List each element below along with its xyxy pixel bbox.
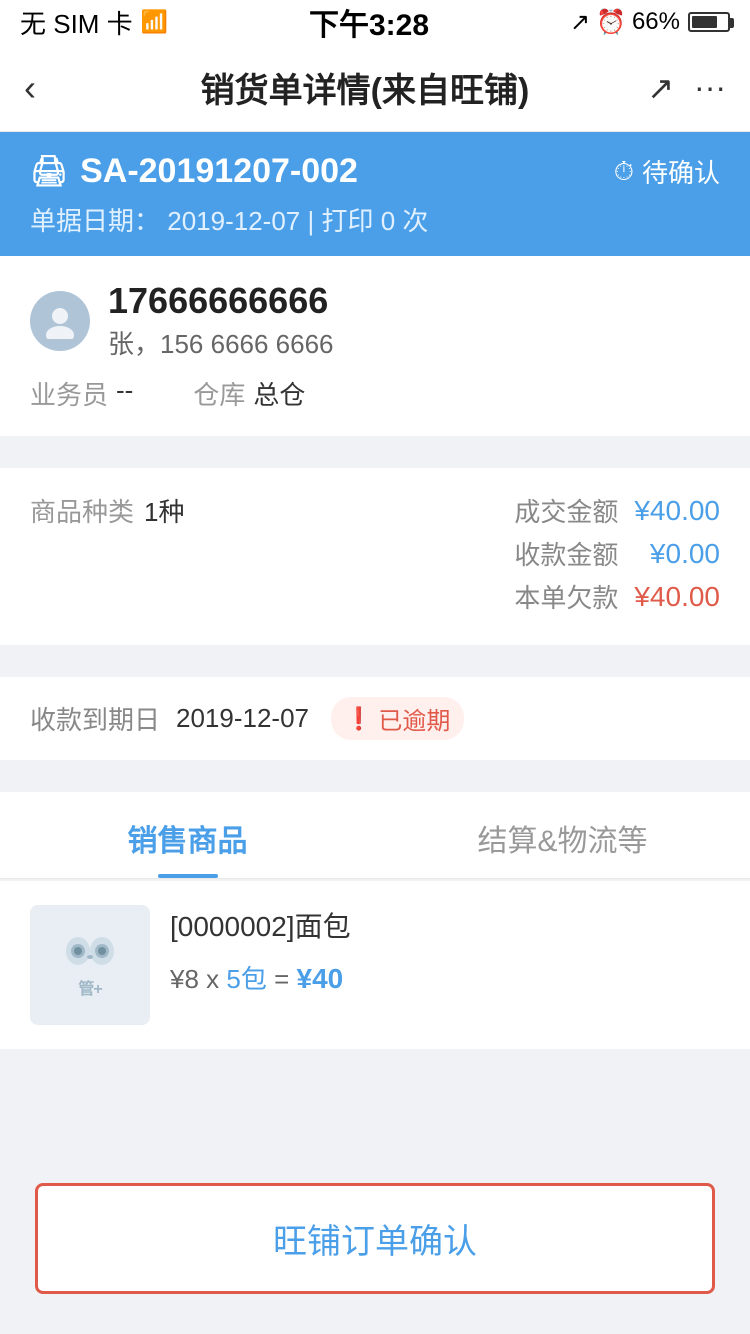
header-card: 🖨 SA-20191207-002 ⏱ 待确认 单据日期： 2019-12-07… <box>0 132 750 256</box>
summary-card: 商品种类 1种 成交金额 ¥40.00 收款金额 ¥0.00 本单欠款 ¥40.… <box>0 468 750 645</box>
divider-3 <box>0 776 750 792</box>
product-item: 管+ [0000002]面包 ¥8 x 5包 = ¥40 <box>0 881 750 1049</box>
status-text: 待确认 <box>642 153 720 190</box>
share-icon[interactable]: ↗ <box>647 69 674 107</box>
summary-row: 商品种类 1种 成交金额 ¥40.00 收款金额 ¥0.00 本单欠款 ¥40.… <box>30 492 720 621</box>
date-label: 单据日期： <box>30 206 160 236</box>
order-icon: 🖨 <box>30 154 68 189</box>
overdue-icon: ❗ <box>345 706 372 732</box>
tab-sales[interactable]: 销售商品 <box>0 792 375 878</box>
nav-bar: ‹ 销货单详情(来自旺铺) ↗ ··· <box>0 44 750 132</box>
summary-right: 成交金额 ¥40.00 收款金额 ¥0.00 本单欠款 ¥40.00 <box>514 492 720 621</box>
price-multiply: x <box>206 964 219 994</box>
received-label: 收款金额 <box>514 535 618 572</box>
overdue-text: 已逾期 <box>378 701 450 736</box>
type-value: 1种 <box>144 492 184 529</box>
status-left: 无 SIM 卡 📶 <box>20 4 168 41</box>
warehouse-value: 总仓 <box>253 375 305 412</box>
customer-phone: 17666666666 <box>108 280 334 322</box>
status-time: 下午3:28 <box>309 0 429 44</box>
print-unit: 次 <box>402 206 428 236</box>
amount-row: 成交金额 ¥40.00 <box>514 492 720 529</box>
divider-1 <box>0 452 750 468</box>
price-total: ¥40 <box>297 963 344 994</box>
due-date-label: 收款到期日 <box>30 700 160 737</box>
status-right: ↗ ⏰ 66% <box>570 8 730 37</box>
tab-settlement[interactable]: 结算&物流等 <box>375 792 750 878</box>
location-icon: ↗ <box>570 8 590 37</box>
product-info: [0000002]面包 ¥8 x 5包 = ¥40 <box>170 905 720 1025</box>
owe-value: ¥40.00 <box>634 581 720 613</box>
customer-details: 业务员 -- 仓库 总仓 <box>30 375 720 412</box>
warehouse-label: 仓库 <box>193 375 245 412</box>
price-quantity: 5包 <box>226 964 266 994</box>
amount-value: ¥40.00 <box>634 495 720 527</box>
owe-row: 本单欠款 ¥40.00 <box>514 578 720 615</box>
alarm-icon: ⏰ <box>596 8 626 37</box>
confirm-button[interactable]: 旺铺订单确认 <box>35 1183 715 1294</box>
product-brand-text: 管+ <box>78 975 101 999</box>
received-value: ¥0.00 <box>650 538 720 570</box>
type-label: 商品种类 <box>30 492 134 529</box>
print-count: 0 <box>381 206 395 236</box>
order-status: ⏱ 待确认 <box>614 153 720 190</box>
customer-sub-info: 张，156 6666 6666 <box>108 324 334 361</box>
due-date-card: 收款到期日 2019-12-07 ❗ 已逾期 <box>0 677 750 760</box>
battery-text: 66% <box>632 8 680 36</box>
product-section: 管+ [0000002]面包 ¥8 x 5包 = ¥40 <box>0 881 750 1049</box>
warehouse-info: 仓库 总仓 <box>193 375 305 412</box>
divider-2 <box>0 661 750 677</box>
status-icon: ⏱ <box>614 156 634 188</box>
nav-actions: ↗ ··· <box>646 69 726 107</box>
product-type-row: 商品种类 1种 <box>30 492 184 529</box>
customer-info: 17666666666 张，156 6666 6666 <box>108 280 334 361</box>
amount-label: 成交金额 <box>514 492 618 529</box>
sales-label: 业务员 <box>30 375 108 412</box>
confirm-button-wrapper: 旺铺订单确认 <box>35 1183 715 1294</box>
price-equals: = <box>274 964 289 994</box>
battery-icon <box>688 12 730 32</box>
tab-settlement-label: 结算&物流等 <box>477 825 647 858</box>
overdue-badge: ❗ 已逾期 <box>331 697 464 740</box>
tabs-bar: 销售商品 结算&物流等 <box>0 792 750 879</box>
received-row: 收款金额 ¥0.00 <box>514 535 720 572</box>
more-icon[interactable]: ··· <box>694 69 726 106</box>
customer-top: 17666666666 张，156 6666 6666 <box>30 280 720 361</box>
summary-left: 商品种类 1种 <box>30 492 184 535</box>
customer-avatar <box>30 291 90 351</box>
product-thumb-inner: 管+ <box>60 931 120 999</box>
price-value: ¥8 <box>170 964 199 994</box>
sales-value: -- <box>116 375 133 412</box>
order-id: 🖨 SA-20191207-002 <box>30 152 358 191</box>
back-button[interactable]: ‹ <box>24 67 84 109</box>
product-name: [0000002]面包 <box>170 905 720 945</box>
carrier-text: 无 SIM 卡 <box>20 4 133 41</box>
product-price: ¥8 x 5包 = ¥40 <box>170 959 720 996</box>
order-id-text: SA-20191207-002 <box>80 152 358 191</box>
due-date-value: 2019-12-07 <box>176 703 309 734</box>
tab-sales-label: 销售商品 <box>128 825 248 858</box>
owe-label: 本单欠款 <box>514 578 618 615</box>
header-card-top: 🖨 SA-20191207-002 ⏱ 待确认 <box>30 152 720 191</box>
order-meta: 单据日期： 2019-12-07 | 打印 0 次 <box>30 201 720 238</box>
sales-info: 业务员 -- <box>30 375 133 412</box>
customer-card: 17666666666 张，156 6666 6666 业务员 -- 仓库 总仓 <box>0 256 750 436</box>
date-value: 2019-12-07 <box>167 206 300 236</box>
product-thumbnail: 管+ <box>30 905 150 1025</box>
page-title: 销货单详情(来自旺铺) <box>84 63 646 112</box>
print-label: | 打印 <box>307 206 373 236</box>
wifi-icon: 📶 <box>141 9 168 35</box>
status-bar: 无 SIM 卡 📶 下午3:28 ↗ ⏰ 66% <box>0 0 750 44</box>
